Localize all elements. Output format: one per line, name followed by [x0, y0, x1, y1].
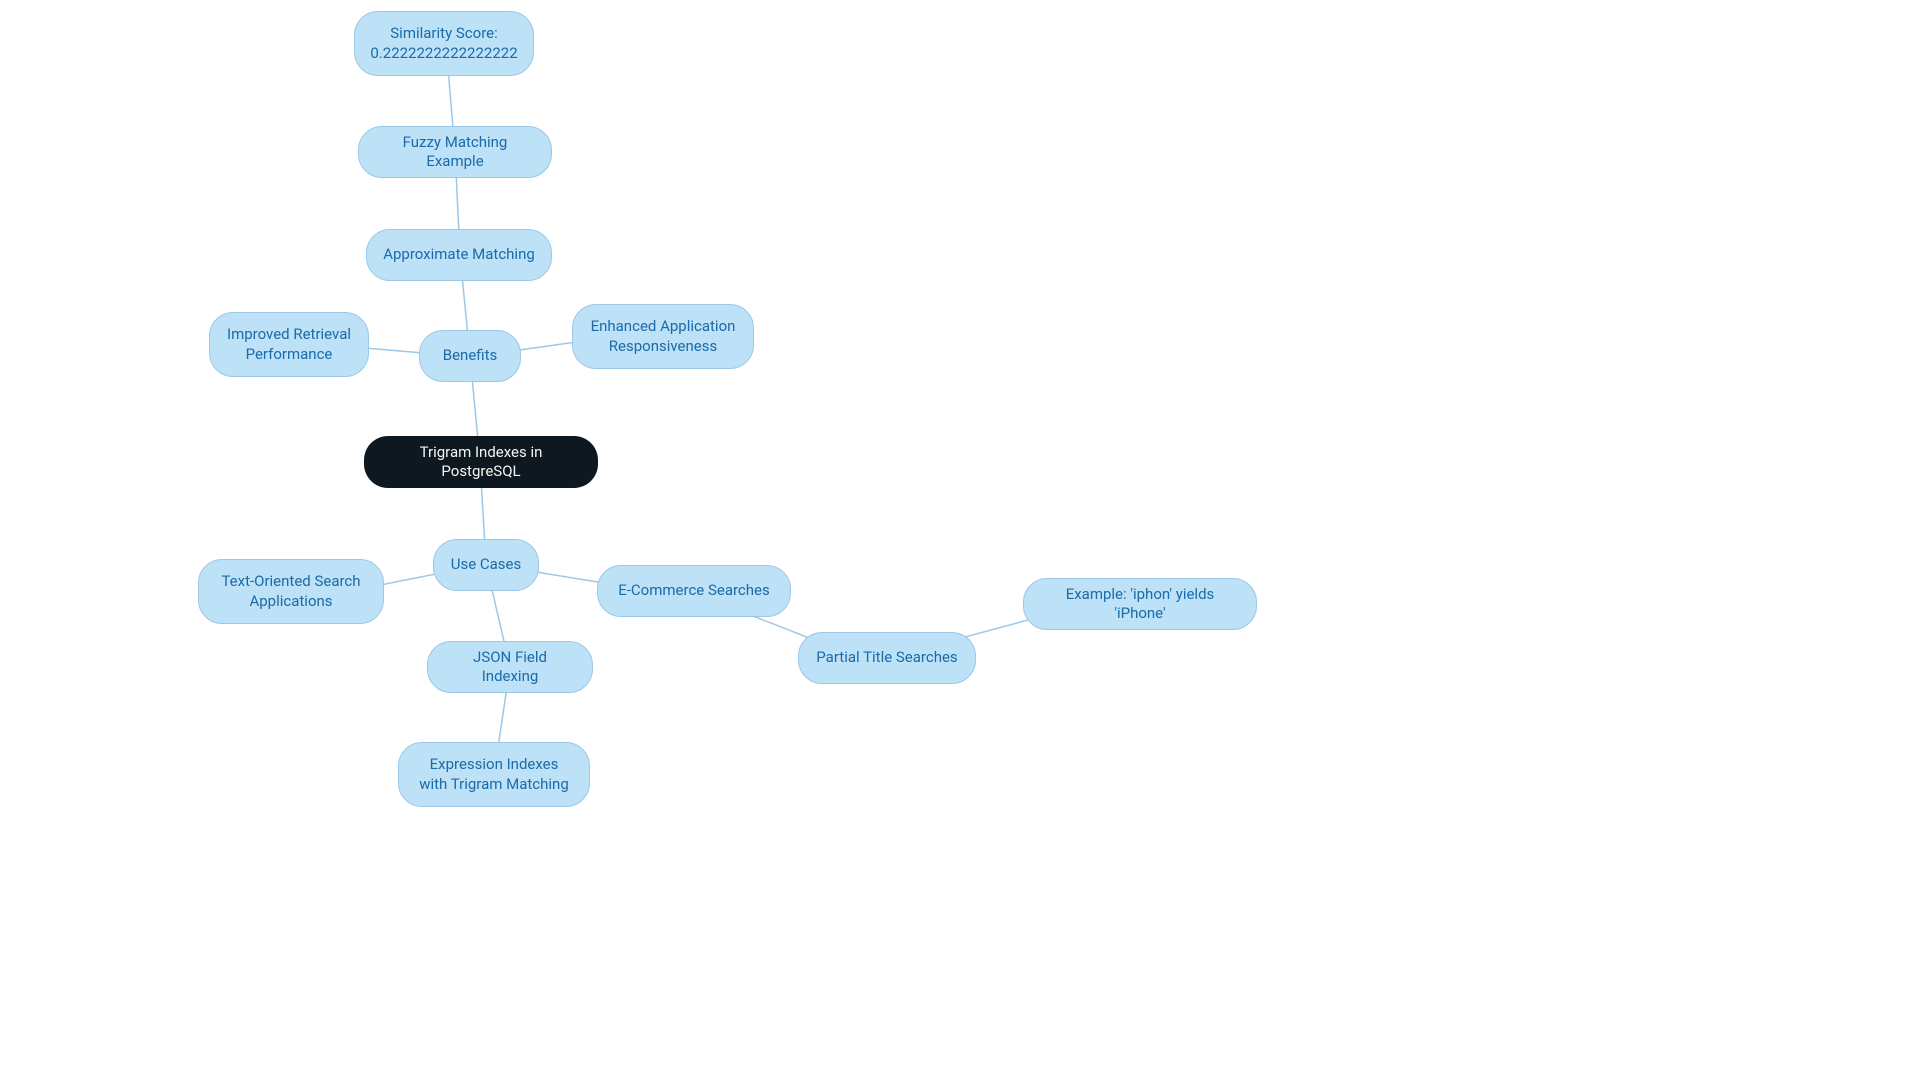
node-label: Example: 'iphon' yields 'iPhone'	[1040, 585, 1240, 624]
node-root-trigram-indexes[interactable]: Trigram Indexes in PostgreSQL	[364, 436, 598, 488]
node-ecommerce-searches[interactable]: E-Commerce Searches	[597, 565, 791, 617]
node-approximate-matching[interactable]: Approximate Matching	[366, 229, 552, 281]
node-label: Expression Indexes with Trigram Matching	[415, 755, 573, 794]
node-label: Approximate Matching	[383, 245, 535, 265]
node-fuzzy-matching[interactable]: Fuzzy Matching Example	[358, 126, 552, 178]
node-label: Text-Oriented Search Applications	[215, 572, 367, 611]
node-label: Benefits	[443, 346, 498, 366]
node-text-search-apps[interactable]: Text-Oriented Search Applications	[198, 559, 384, 624]
node-similarity-score[interactable]: Similarity Score: 0.2222222222222222	[354, 11, 534, 76]
node-label: E-Commerce Searches	[618, 581, 770, 601]
node-label: Fuzzy Matching Example	[375, 133, 535, 172]
node-expression-indexes[interactable]: Expression Indexes with Trigram Matching	[398, 742, 590, 807]
node-use-cases[interactable]: Use Cases	[433, 539, 539, 591]
node-label: Trigram Indexes in PostgreSQL	[380, 443, 582, 482]
node-label: Similarity Score: 0.2222222222222222	[370, 24, 517, 63]
edge-layer	[0, 0, 1920, 1083]
node-label: Improved Retrieval Performance	[226, 325, 352, 364]
node-partial-title-searches[interactable]: Partial Title Searches	[798, 632, 976, 684]
node-improved-retrieval[interactable]: Improved Retrieval Performance	[209, 312, 369, 377]
node-label: Enhanced Application Responsiveness	[589, 317, 737, 356]
node-example-iphon[interactable]: Example: 'iphon' yields 'iPhone'	[1023, 578, 1257, 630]
node-benefits[interactable]: Benefits	[419, 330, 521, 382]
node-label: Partial Title Searches	[816, 648, 957, 668]
node-label: JSON Field Indexing	[444, 648, 576, 687]
node-label: Use Cases	[451, 555, 522, 575]
node-enhanced-responsiveness[interactable]: Enhanced Application Responsiveness	[572, 304, 754, 369]
node-json-indexing[interactable]: JSON Field Indexing	[427, 641, 593, 693]
